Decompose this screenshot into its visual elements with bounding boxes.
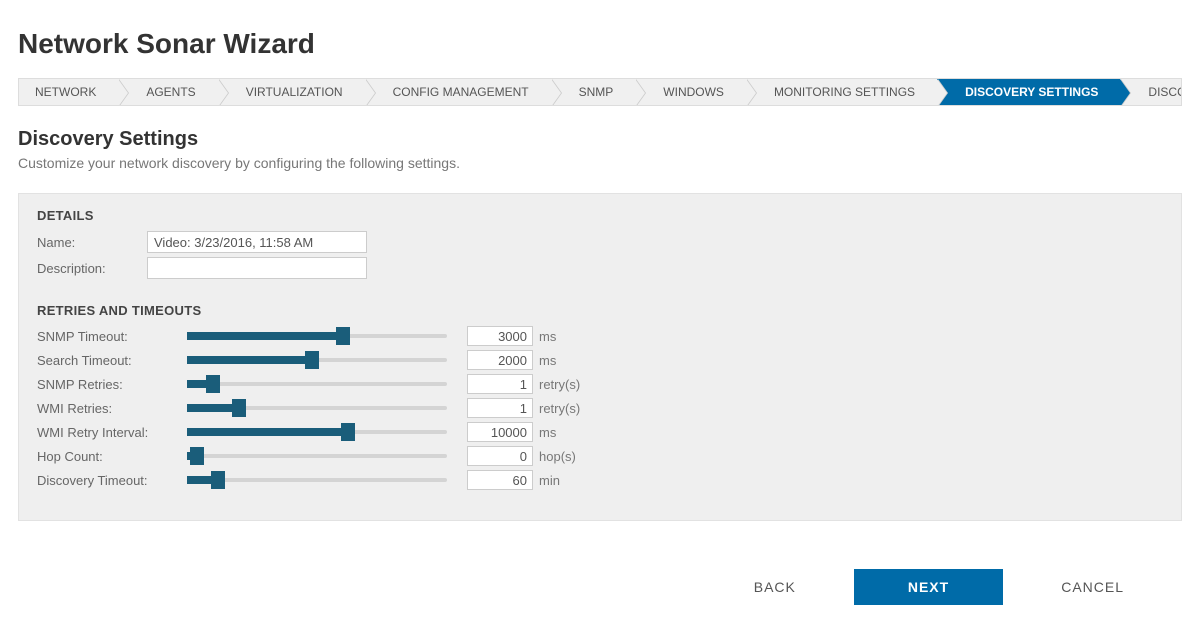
retry-unit: retry(s)	[539, 377, 580, 392]
section-title: Discovery Settings	[18, 128, 1182, 151]
retry-value-input[interactable]	[467, 470, 533, 490]
slider-handle[interactable]	[336, 327, 350, 345]
retry-slider[interactable]	[187, 377, 447, 391]
retry-slider[interactable]	[187, 353, 447, 367]
name-input[interactable]	[147, 231, 367, 253]
retry-unit: retry(s)	[539, 401, 580, 416]
retry-slider[interactable]	[187, 449, 447, 463]
retry-value-input[interactable]	[467, 326, 533, 346]
retry-label: Search Timeout:	[37, 353, 187, 368]
details-heading: DETAILS	[37, 208, 1163, 223]
retry-row: Discovery Timeout: min	[37, 470, 1163, 490]
retry-value-input[interactable]	[467, 422, 533, 442]
retry-label: Discovery Timeout:	[37, 473, 187, 488]
wizard-step[interactable]: CONFIG MANAGEMENT	[365, 79, 551, 105]
retry-value-input[interactable]	[467, 398, 533, 418]
description-label: Description:	[37, 261, 147, 276]
retry-slider[interactable]	[187, 473, 447, 487]
slider-handle[interactable]	[305, 351, 319, 369]
settings-panel: DETAILS Name: Description: RETRIES AND T…	[18, 193, 1182, 521]
retry-row: WMI Retries: retry(s)	[37, 398, 1163, 418]
description-input[interactable]	[147, 257, 367, 279]
wizard-step[interactable]: VIRTUALIZATION	[218, 79, 365, 105]
slider-handle[interactable]	[211, 471, 225, 489]
retry-unit: ms	[539, 329, 556, 344]
retry-row: Search Timeout: ms	[37, 350, 1163, 370]
description-row: Description:	[37, 257, 1163, 279]
wizard-step[interactable]: NETWORK	[19, 79, 118, 105]
retry-row: SNMP Retries: retry(s)	[37, 374, 1163, 394]
wizard-step[interactable]: DISCOVERY SETTINGS	[937, 79, 1120, 105]
section-subtitle: Customize your network discovery by conf…	[18, 155, 1182, 171]
retry-label: SNMP Timeout:	[37, 329, 187, 344]
retry-unit: ms	[539, 353, 556, 368]
slider-handle[interactable]	[190, 447, 204, 465]
wizard-step[interactable]: SNMP	[551, 79, 636, 105]
retry-label: WMI Retries:	[37, 401, 187, 416]
page-title: Network Sonar Wizard	[18, 28, 1182, 60]
name-row: Name:	[37, 231, 1163, 253]
retry-value-input[interactable]	[467, 374, 533, 394]
retry-unit: min	[539, 473, 560, 488]
retry-value-input[interactable]	[467, 446, 533, 466]
retry-label: SNMP Retries:	[37, 377, 187, 392]
wizard-step[interactable]: AGENTS	[118, 79, 217, 105]
slider-handle[interactable]	[232, 399, 246, 417]
footer-buttons: BACK NEXT CANCEL	[18, 551, 1182, 609]
name-label: Name:	[37, 235, 147, 250]
retries-heading: RETRIES AND TIMEOUTS	[37, 303, 1163, 318]
retry-row: Hop Count: hop(s)	[37, 446, 1163, 466]
retry-unit: ms	[539, 425, 556, 440]
retry-row: WMI Retry Interval: ms	[37, 422, 1163, 442]
wizard-step[interactable]: MONITORING SETTINGS	[746, 79, 937, 105]
retry-label: WMI Retry Interval:	[37, 425, 187, 440]
retry-label: Hop Count:	[37, 449, 187, 464]
retry-row: SNMP Timeout: ms	[37, 326, 1163, 346]
retry-value-input[interactable]	[467, 350, 533, 370]
slider-handle[interactable]	[206, 375, 220, 393]
retry-slider[interactable]	[187, 425, 447, 439]
slider-handle[interactable]	[341, 423, 355, 441]
retry-slider[interactable]	[187, 329, 447, 343]
wizard-step[interactable]: WINDOWS	[635, 79, 746, 105]
wizard-step-bar: NETWORKAGENTSVIRTUALIZATIONCONFIG MANAGE…	[18, 78, 1182, 106]
retry-unit: hop(s)	[539, 449, 576, 464]
retry-slider[interactable]	[187, 401, 447, 415]
